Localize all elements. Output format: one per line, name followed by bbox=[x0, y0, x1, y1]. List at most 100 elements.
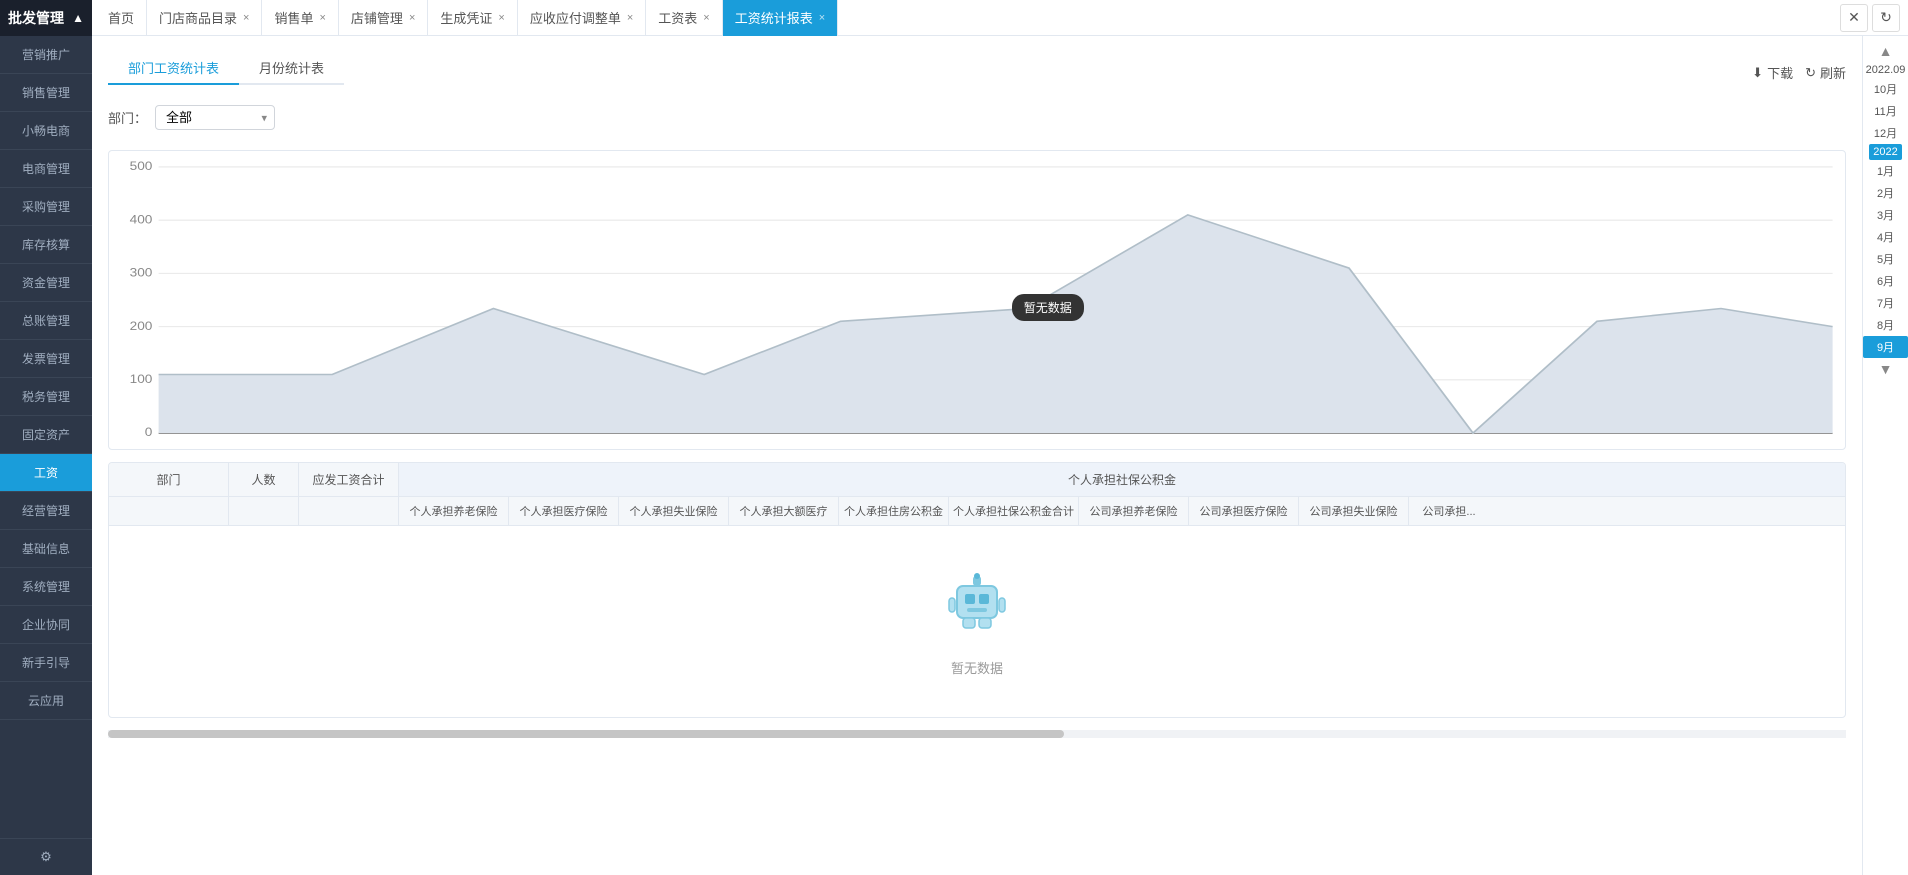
empty-text: 暂无数据 bbox=[951, 658, 1003, 677]
th-yanglao-geren: 个人承担养老保险 bbox=[399, 497, 509, 525]
tab-close-dianpu[interactable]: × bbox=[409, 12, 415, 24]
th-geren-group: 个人承担社保公积金 bbox=[399, 463, 1845, 496]
tab-dianpu[interactable]: 店铺管理 × bbox=[339, 0, 428, 36]
sidebar-item-yingxiao[interactable]: 营销推广 bbox=[0, 36, 92, 74]
sidebar-item-xiaoshou[interactable]: 销售管理 bbox=[0, 74, 92, 112]
timeline-month-5[interactable]: 5月 bbox=[1863, 248, 1908, 270]
filter-toolbar: 部门： 全部 bbox=[108, 105, 1846, 130]
sidebar-title: 批发管理 bbox=[8, 8, 64, 28]
th-daeliao-geren: 个人承担大额医疗 bbox=[729, 497, 839, 525]
sidebar-item-jichu[interactable]: 基础信息 bbox=[0, 530, 92, 568]
close-all-button[interactable]: ✕ bbox=[1840, 4, 1868, 32]
sub-tab-month[interactable]: 月份统计表 bbox=[239, 52, 344, 85]
tab-yingshou[interactable]: 应收应付调整单 × bbox=[518, 0, 646, 36]
department-select[interactable]: 全部 bbox=[155, 105, 275, 130]
sidebar-item-yunyingyong[interactable]: 云应用 bbox=[0, 682, 92, 720]
tab-bar: 首页 门店商品目录 × 销售单 × 店铺管理 × 生成凭证 × 应收应付调整单 … bbox=[92, 0, 1908, 36]
timeline-month-9[interactable]: 9月 bbox=[1863, 336, 1908, 358]
tab-home[interactable]: 首页 bbox=[96, 0, 147, 36]
sidebar-item-qiyexietong[interactable]: 企业协同 bbox=[0, 606, 92, 644]
sidebar-item-caigou[interactable]: 采购管理 bbox=[0, 188, 92, 226]
timeline-month-8[interactable]: 8月 bbox=[1863, 314, 1908, 336]
sidebar-item-shuiwu[interactable]: 税务管理 bbox=[0, 378, 92, 416]
tab-close-mendian[interactable]: × bbox=[243, 12, 249, 24]
th-renshu: 人数 bbox=[229, 463, 299, 496]
timeline-up-arrow[interactable]: ▲ bbox=[1879, 40, 1893, 62]
timeline-month-1[interactable]: 1月 bbox=[1863, 160, 1908, 182]
th-yiliao-geren: 个人承担医疗保险 bbox=[509, 497, 619, 525]
tab-close-yingshou[interactable]: × bbox=[627, 12, 633, 24]
th-yiliao-gongsi: 公司承担医疗保险 bbox=[1189, 497, 1299, 525]
content-area: 部门工资统计表 月份统计表 ⬇ 下载 ↻ 刷新 bbox=[92, 36, 1908, 875]
timeline-month-2[interactable]: 2月 bbox=[1863, 182, 1908, 204]
tab-shengcheng[interactable]: 生成凭证 × bbox=[428, 0, 517, 36]
svg-text:0: 0 bbox=[145, 425, 153, 439]
scrollbar-thumb[interactable] bbox=[108, 730, 1064, 738]
sidebar-item-xitong[interactable]: 系统管理 bbox=[0, 568, 92, 606]
sidebar-toggle-icon[interactable]: ▲ bbox=[72, 11, 84, 25]
sidebar-item-dianshang[interactable]: 电商管理 bbox=[0, 150, 92, 188]
tab-close-xiaoshoudan[interactable]: × bbox=[319, 12, 325, 24]
refresh-tab-button[interactable]: ↻ bbox=[1872, 4, 1900, 32]
tab-mendian[interactable]: 门店商品目录 × bbox=[147, 0, 262, 36]
sidebar-item-gongzi[interactable]: 工资 bbox=[0, 454, 92, 492]
sidebar-settings[interactable]: ⚙ bbox=[0, 838, 92, 875]
refresh-button[interactable]: ↻ 刷新 bbox=[1805, 63, 1846, 82]
refresh-icon: ↻ bbox=[1805, 65, 1816, 81]
timeline-month-7[interactable]: 7月 bbox=[1863, 292, 1908, 314]
sidebar-header: 批发管理 ▲ bbox=[0, 0, 92, 36]
sidebar-item-kucun[interactable]: 库存核算 bbox=[0, 226, 92, 264]
th-bumen: 部门 bbox=[109, 463, 229, 496]
download-icon: ⬇ bbox=[1752, 65, 1763, 81]
sub-tabs: 部门工资统计表 月份统计表 bbox=[108, 52, 344, 85]
department-label: 部门： bbox=[108, 108, 147, 127]
toolbar-right: ⬇ 下载 ↻ 刷新 bbox=[1752, 63, 1846, 82]
tab-close-gongzitongji[interactable]: × bbox=[819, 12, 825, 24]
tab-gongzibiao[interactable]: 工资表 × bbox=[646, 0, 722, 36]
tab-close-shengcheng[interactable]: × bbox=[498, 12, 504, 24]
chart-tooltip: 暂无数据 bbox=[1012, 294, 1084, 321]
th-zhufang-geren: 个人承担住房公积金 bbox=[839, 497, 949, 525]
timeline-month-3[interactable]: 3月 bbox=[1863, 204, 1908, 226]
timeline-down-arrow[interactable]: ▼ bbox=[1879, 358, 1893, 380]
th-gongsi-more: 公司承担... bbox=[1409, 497, 1489, 525]
svg-text:100: 100 bbox=[130, 372, 153, 386]
th-yingfa: 应发工资合计 bbox=[299, 463, 399, 496]
svg-text:200: 200 bbox=[130, 319, 153, 333]
sidebar-item-xiaochangdianshang[interactable]: 小畅电商 bbox=[0, 112, 92, 150]
th-empty2 bbox=[229, 497, 299, 525]
sidebar-item-gudingzichan[interactable]: 固定资产 bbox=[0, 416, 92, 454]
timeline-month-10[interactable]: 10月 bbox=[1863, 78, 1908, 100]
svg-text:300: 300 bbox=[130, 266, 153, 280]
empty-state: 暂无数据 bbox=[109, 526, 1845, 717]
sidebar-item-jingying[interactable]: 经营管理 bbox=[0, 492, 92, 530]
tab-gongzitongji[interactable]: 工资统计报表 × bbox=[723, 0, 838, 36]
tab-xiaoshoudan[interactable]: 销售单 × bbox=[262, 0, 338, 36]
main-area: 首页 门店商品目录 × 销售单 × 店铺管理 × 生成凭证 × 应收应付调整单 … bbox=[92, 0, 1908, 875]
timeline-year-2022[interactable]: 2022.09 bbox=[1866, 62, 1906, 78]
th-shiye-geren: 个人承担失业保险 bbox=[619, 497, 729, 525]
tab-end-buttons: ✕ ↻ bbox=[1840, 4, 1904, 32]
th-shiye-gongsi: 公司承担失业保险 bbox=[1299, 497, 1409, 525]
timeline-month-6[interactable]: 6月 bbox=[1863, 270, 1908, 292]
sidebar-item-fapiao[interactable]: 发票管理 bbox=[0, 340, 92, 378]
timeline-month-4[interactable]: 4月 bbox=[1863, 226, 1908, 248]
chart-container: 500 400 300 200 100 0 bbox=[108, 150, 1846, 450]
svg-text:400: 400 bbox=[130, 212, 153, 226]
sidebar-item-xinshouyindao[interactable]: 新手引导 bbox=[0, 644, 92, 682]
timeline-month-11[interactable]: 11月 bbox=[1863, 100, 1908, 122]
timeline-month-12[interactable]: 12月 bbox=[1863, 122, 1908, 144]
sub-tab-bumen[interactable]: 部门工资统计表 bbox=[108, 52, 239, 85]
department-select-wrapper: 全部 bbox=[155, 105, 275, 130]
tab-close-gongzibiao[interactable]: × bbox=[703, 12, 709, 24]
download-button[interactable]: ⬇ 下载 bbox=[1752, 63, 1793, 82]
timeline-year-badge[interactable]: 2022 bbox=[1869, 144, 1901, 160]
sidebar-item-zhangzhang[interactable]: 总账管理 bbox=[0, 302, 92, 340]
filter-left: 部门： 全部 bbox=[108, 105, 275, 130]
sidebar-item-zijin[interactable]: 资金管理 bbox=[0, 264, 92, 302]
timeline-panel: ▲ 2022.09 10月 11月 12月 2022 1月 2月 3月 4月 bbox=[1862, 36, 1908, 875]
bottom-scrollbar[interactable] bbox=[108, 730, 1846, 738]
th-shebaohj-geren: 个人承担社保公积金合计 bbox=[949, 497, 1079, 525]
table-section: 部门 人数 应发工资合计 个人承担社保公积金 bbox=[108, 462, 1846, 718]
chart-svg: 500 400 300 200 100 0 bbox=[109, 151, 1845, 449]
